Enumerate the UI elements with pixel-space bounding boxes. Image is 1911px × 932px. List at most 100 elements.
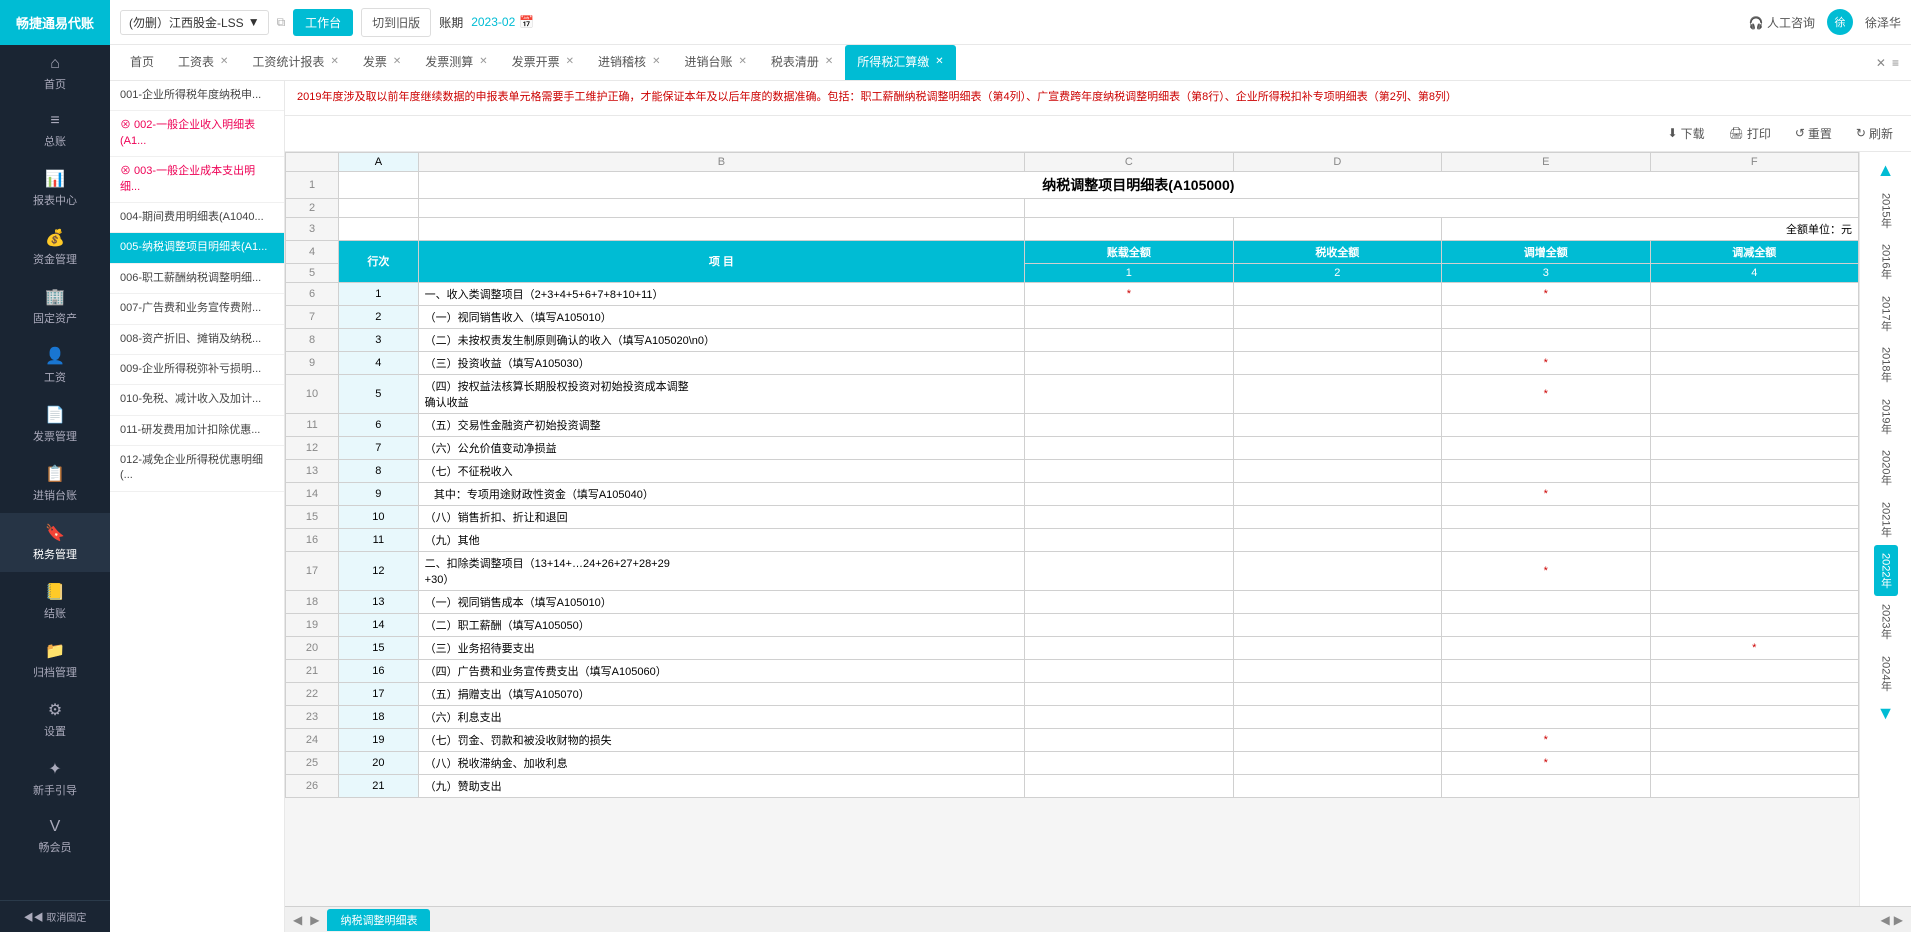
sidebar-item-invoice[interactable]: 📄 发票管理 [0,395,110,454]
cell-d[interactable] [1233,436,1441,459]
sidebar-item-finance[interactable]: 💰 资金管理 [0,218,110,277]
tab-ps-ledger[interactable]: 进销台账 ✕ [672,45,758,80]
cell-e[interactable] [1442,636,1650,659]
list-item-003[interactable]: ⊗ 003-一般企业成本支出明细... [110,157,284,203]
cell-hang[interactable]: 14 [339,613,419,636]
cell-project[interactable]: （五）捐赠支出（填写A105070） [418,682,1024,705]
cell-project[interactable]: （二）职工薪酬（填写A105050） [418,613,1024,636]
cell-c[interactable] [1025,351,1233,374]
year-item-2019[interactable]: 2019年 [1874,391,1898,442]
scroll-right-icon[interactable]: ▶ [1894,913,1903,927]
tab-invoice-issue[interactable]: 发票开票 ✕ [500,45,586,80]
cell-e[interactable]: * [1442,728,1650,751]
cell-hang[interactable]: 5 [339,374,419,413]
cell-d[interactable] [1233,659,1441,682]
sidebar-item-general-ledger[interactable]: ≡ 总账 [0,102,110,159]
cell-c[interactable] [1025,682,1233,705]
nav-right-icon[interactable]: ▶ [310,913,319,927]
close-icon[interactable]: ✕ [738,56,746,67]
cell-hang[interactable]: 2 [339,305,419,328]
list-item-005[interactable]: 005-纳税调整项目明细表(A1... [110,233,284,263]
cell-project[interactable]: （一）视同销售成本（填写A105010） [418,590,1024,613]
cell-e[interactable] [1442,413,1650,436]
cell-e[interactable] [1442,528,1650,551]
cell-d[interactable] [1233,728,1441,751]
cell-project[interactable]: （三）投资收益（填写A105030） [418,351,1024,374]
list-item-009[interactable]: 009-企业所得税弥补亏损明... [110,355,284,385]
cell-d[interactable] [1233,505,1441,528]
cell-d[interactable] [1233,774,1441,797]
cell-f[interactable] [1650,590,1858,613]
cell-e[interactable] [1442,682,1650,705]
cell-e[interactable]: * [1442,482,1650,505]
cell-d[interactable] [1233,751,1441,774]
cell-project[interactable]: （三）业务招待要支出 [418,636,1024,659]
year-item-2024[interactable]: 2024年 [1874,648,1898,699]
cell-f[interactable] [1650,613,1858,636]
cell-f[interactable] [1650,459,1858,482]
cell-e[interactable]: * [1442,374,1650,413]
cell-e[interactable]: * [1442,551,1650,590]
unpin-button[interactable]: ◀◀ 取消固定 [0,900,110,932]
cell-d[interactable] [1233,351,1441,374]
menu-icon[interactable]: ≡ [1892,56,1899,70]
cell-f[interactable] [1650,505,1858,528]
list-item-012[interactable]: 012-减免企业所得税优惠明细(... [110,446,284,492]
cell-e[interactable] [1442,774,1650,797]
cell-hang[interactable]: 19 [339,728,419,751]
cell-e[interactable] [1442,613,1650,636]
close-icon[interactable]: ✕ [330,56,338,67]
cell-d[interactable] [1233,705,1441,728]
cell-f[interactable] [1650,282,1858,305]
cell-d[interactable] [1233,551,1441,590]
scroll-left-icon[interactable]: ◀ [1881,913,1890,927]
cell-e[interactable] [1442,505,1650,528]
cell[interactable] [339,217,419,240]
close-icon[interactable]: ✕ [220,56,228,67]
close-icon[interactable]: ✕ [935,56,943,67]
list-item-004[interactable]: 004-期间费用明细表(A1040... [110,203,284,233]
cell[interactable] [339,198,419,217]
sidebar-item-settings[interactable]: ⚙ 设置 [0,690,110,749]
cell-d[interactable] [1233,636,1441,659]
cell-hang[interactable]: 13 [339,590,419,613]
refresh-button[interactable]: ↻ 刷新 [1850,122,1899,145]
cell-d[interactable] [1233,482,1441,505]
sidebar-item-home[interactable]: ⌂ 首页 [0,45,110,102]
workspace-button[interactable]: 工作台 [293,9,353,36]
cell-d[interactable] [1233,282,1441,305]
cell-project[interactable]: （四）按权益法核算长期股权投资对初始投资成本调整确认收益 [418,374,1024,413]
cell-e[interactable] [1442,459,1650,482]
tab-ps-check[interactable]: 进销稽核 ✕ [586,45,672,80]
cell-project[interactable]: （一）视同销售收入（填写A105010） [418,305,1024,328]
close-icon[interactable]: ✕ [393,56,401,67]
tab-home[interactable]: 首页 [118,45,166,80]
cell-d[interactable] [1233,613,1441,636]
sheet-tab-main[interactable]: 纳税调整明细表 [327,909,430,931]
cell-c[interactable] [1025,705,1233,728]
cell-e[interactable]: * [1442,751,1650,774]
cell-d[interactable] [1233,374,1441,413]
cell-f[interactable] [1650,528,1858,551]
cell-e[interactable] [1442,705,1650,728]
help-button[interactable]: 🎧 人工咨询 [1749,14,1815,31]
old-version-button[interactable]: 切到旧版 [361,8,431,37]
cell-f[interactable] [1650,328,1858,351]
list-item-007[interactable]: 007-广告费和业务宣传费附... [110,294,284,324]
cell-e[interactable] [1442,590,1650,613]
cell-hang[interactable]: 20 [339,751,419,774]
sidebar-item-guide[interactable]: ✦ 新手引导 [0,749,110,808]
year-item-2023[interactable]: 2023年 [1874,596,1898,647]
tab-payroll-report[interactable]: 工资统计报表 ✕ [240,45,350,80]
cell-hang[interactable]: 8 [339,459,419,482]
sidebar-item-closing[interactable]: 📒 结账 [0,572,110,631]
cell-project[interactable]: 二、扣除类调整项目（13+14+…24+26+27+28+29+30） [418,551,1024,590]
tab-payroll[interactable]: 工资表 ✕ [166,45,240,80]
cell-c[interactable] [1025,728,1233,751]
year-up-button[interactable]: ▲ [1873,156,1899,185]
list-item-002[interactable]: ⊗ 002-一般企业收入明细表(A1... [110,111,284,157]
cell-f[interactable] [1650,659,1858,682]
list-item-001[interactable]: 001-企业所得税年度纳税申... [110,81,284,111]
cell-c[interactable] [1025,436,1233,459]
cell-project[interactable]: （六）利息支出 [418,705,1024,728]
